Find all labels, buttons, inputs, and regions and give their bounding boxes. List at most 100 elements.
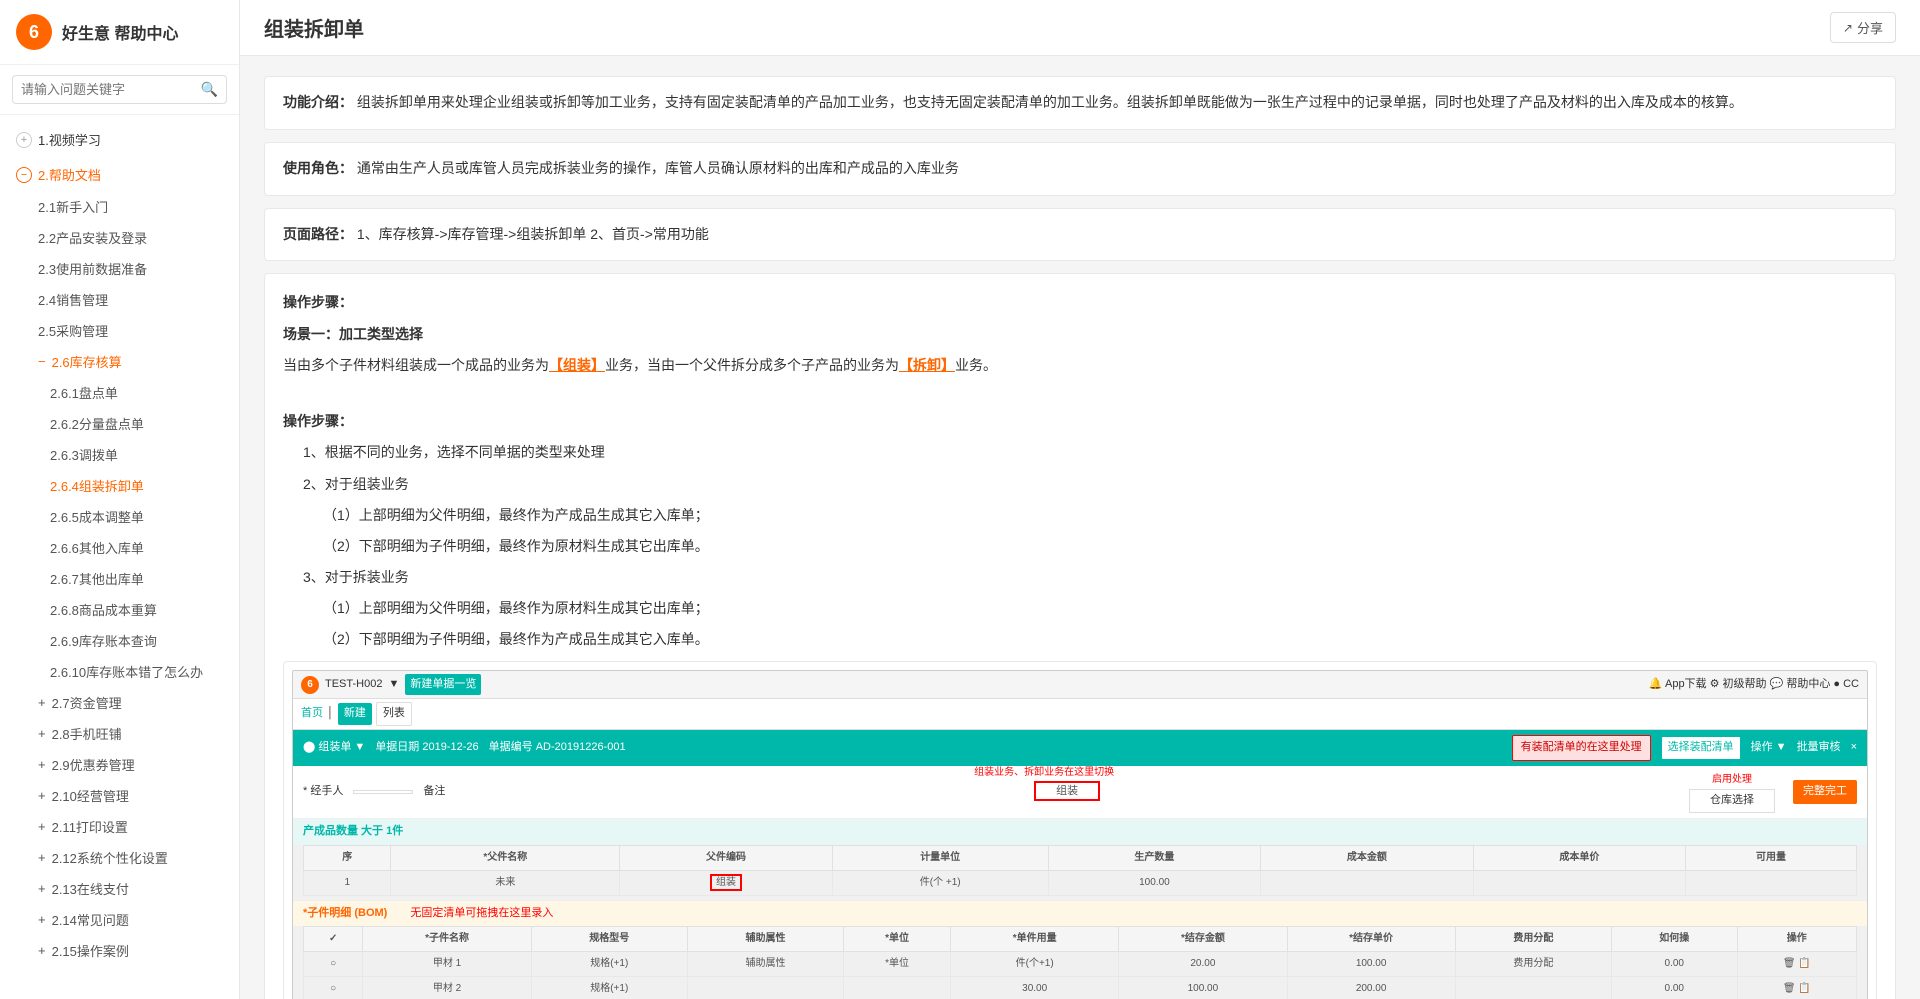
minus-icon: − bbox=[16, 167, 32, 183]
sidebar-item-help-docs[interactable]: − 2.帮助文档 bbox=[0, 158, 239, 191]
step3-1: （1）上部明细为父件明细，最终作为原材料生成其它出库单； bbox=[283, 596, 1877, 621]
plus-icon-214: + bbox=[38, 912, 46, 927]
sidebar-item-22[interactable]: 2.2产品安装及登录 bbox=[0, 222, 239, 253]
sidebar-item-24[interactable]: 2.4销售管理 bbox=[0, 284, 239, 315]
plus-icon-211: + bbox=[38, 819, 46, 834]
ann3-text: 启用处理 bbox=[1712, 771, 1752, 789]
sidebar-item-211[interactable]: + 2.11打印设置 bbox=[0, 811, 239, 842]
sidebar-item-265[interactable]: 2.6.5成本调整单 bbox=[0, 501, 239, 532]
minus-icon-26: − bbox=[38, 354, 46, 369]
mock-new-doc-btn: 新建单据一览 bbox=[405, 674, 481, 696]
sidebar-item-27[interactable]: + 2.7资金管理 bbox=[0, 687, 239, 718]
highlight-assembly: 【组装】 bbox=[549, 357, 605, 373]
sidebar-item-261[interactable]: 2.6.1盘点单 bbox=[0, 377, 239, 408]
user-role-block: 使用角色： 通常由生产人员或库管人员完成拆装业务的操作，库管人员确认原材料的出库… bbox=[264, 142, 1896, 196]
mock-warehouse-row: * 经手人 备注 组装 组装业务、拆卸业务在这里切换 启用处理 仓库选择 bbox=[293, 766, 1867, 819]
sidebar-item-262[interactable]: 2.6.2分量盘点单 bbox=[0, 408, 239, 439]
sidebar-item-28[interactable]: + 2.8手机旺铺 bbox=[0, 718, 239, 749]
mock-screenshot: 6 TEST-H002 ▼ 新建单据一览 🔔 App下载 ⚙ 初级帮助 💬 帮助… bbox=[292, 670, 1868, 999]
mock-nav-bar: 首页 │ 新建 列表 bbox=[293, 699, 1867, 730]
mock-confirm-btn: 完整完工 bbox=[1793, 780, 1857, 804]
mock-app-topbar: 6 TEST-H002 ▼ 新建单据一览 🔔 App下载 ⚙ 初级帮助 💬 帮助… bbox=[293, 671, 1867, 700]
sidebar-item-29[interactable]: + 2.9优惠券管理 bbox=[0, 749, 239, 780]
mock-app-title: TEST-H002 bbox=[325, 675, 382, 695]
nav-group-1: + 1.视频学习 bbox=[0, 123, 239, 156]
sidebar-item-263[interactable]: 2.6.3调拨单 bbox=[0, 439, 239, 470]
steps-title: 操作步骤： bbox=[283, 294, 353, 310]
mock-upper-table: 序 *父件名称 父件编码 计量单位 生产数量 成本金额 成本单价 可用量 1 未… bbox=[303, 845, 1857, 896]
nav-group-2: − 2.帮助文档 2.1新手入门 2.2产品安装及登录 2.3使用前数据准备 2… bbox=[0, 158, 239, 966]
sidebar-item-264[interactable]: 2.6.4组装拆卸单 bbox=[0, 470, 239, 501]
sidebar-item-25[interactable]: 2.5采购管理 bbox=[0, 315, 239, 346]
ann2-text: 组装业务、拆卸业务在这里切换 bbox=[974, 764, 1114, 782]
step1: 1、根据不同的业务，选择不同单据的类型来处理 bbox=[283, 440, 1877, 465]
path-label: 页面路径： bbox=[283, 226, 353, 242]
mock-upper-section-label: 产成品数量 大于 1件 bbox=[293, 819, 1867, 845]
mock-select-bom-btn: 选择装配清单 bbox=[1661, 736, 1741, 760]
top-bar: 组装拆卸单 ↗ 分享 bbox=[240, 0, 1920, 56]
search-box[interactable]: 🔍 bbox=[12, 75, 227, 104]
plus-icon: + bbox=[16, 132, 32, 148]
sidebar-item-video[interactable]: + 1.视频学习 bbox=[0, 123, 239, 156]
step3-2: （2）下部明细为子件明细，最终作为产成品生成其它入库单。 bbox=[283, 627, 1877, 652]
plus-icon-210: + bbox=[38, 788, 46, 803]
mock-lower-section-label: *子件明细 (BOM) 无固定清单可拖拽在这里录入 bbox=[293, 900, 1867, 927]
search-input[interactable] bbox=[21, 82, 201, 97]
mock-list-btn: 列表 bbox=[376, 702, 412, 726]
sidebar-item-26[interactable]: − 2.6库存核算 bbox=[0, 346, 239, 377]
sidebar-item-267[interactable]: 2.6.7其他出库单 bbox=[0, 563, 239, 594]
function-intro-text: 组装拆卸单用来处理企业组装或拆卸等加工业务，支持有固定装配清单的产品加工业务，也… bbox=[357, 94, 1743, 110]
plus-icon-213: + bbox=[38, 881, 46, 896]
nav-list: + 1.视频学习 − 2.帮助文档 2.1新手入门 2.2产品安装及登录 2.3… bbox=[0, 115, 239, 999]
sidebar-item-214[interactable]: + 2.14常见问题 bbox=[0, 904, 239, 935]
mock-warehouse-input: 仓库选择 bbox=[1689, 789, 1775, 813]
mock-assembly-toggle: 组装 bbox=[1034, 781, 1100, 801]
search-icon[interactable]: 🔍 bbox=[201, 81, 218, 98]
plus-icon-29: + bbox=[38, 757, 46, 772]
mock-new-btn: 新建 bbox=[338, 703, 372, 725]
step2-1: （1）上部明细为父件明细，最终作为产成品生成其它入库单； bbox=[283, 503, 1877, 528]
user-role-label: 使用角色： bbox=[283, 160, 353, 176]
sidebar-item-212[interactable]: + 2.12系统个性化设置 bbox=[0, 842, 239, 873]
plus-icon-215: + bbox=[38, 943, 46, 958]
step2: 2、对于组装业务 bbox=[283, 472, 1877, 497]
main-content: 组装拆卸单 ↗ 分享 功能介绍： 组装拆卸单用来处理企业组装或拆卸等加工业务，支… bbox=[240, 0, 1920, 999]
mock-app-logo: 6 bbox=[301, 676, 319, 694]
sidebar-item-269[interactable]: 2.6.9库存账本查询 bbox=[0, 625, 239, 656]
search-area: 🔍 bbox=[0, 65, 239, 115]
sidebar-item-2610[interactable]: 2.6.10库存账本错了怎么办 bbox=[0, 656, 239, 687]
sidebar-item-266[interactable]: 2.6.6其他入库单 bbox=[0, 532, 239, 563]
mock-form-type: ⬤ 组装单 ▼ bbox=[303, 738, 365, 758]
logo-icon: 6 bbox=[16, 14, 52, 50]
scene1-desc: 当由多个子件材料组装成一个成品的业务为【组装】业务，当由一个父件拆分成多个子产品… bbox=[283, 353, 1877, 378]
step2-2: （2）下部明细为子件明细，最终作为原材料生成其它出库单。 bbox=[283, 534, 1877, 559]
function-intro-label: 功能介绍： bbox=[283, 94, 353, 110]
page-title: 组装拆卸单 bbox=[264, 13, 364, 42]
sidebar-item-215[interactable]: + 2.15操作案例 bbox=[0, 935, 239, 966]
logo-text: 好生意 帮助中心 bbox=[62, 20, 178, 44]
sidebar: 6 好生意 帮助中心 🔍 + 1.视频学习 − 2.帮助文档 2.1新手入门 2… bbox=[0, 0, 240, 999]
scene1-label: 场景一：加工类型选择 bbox=[283, 326, 423, 342]
share-icon: ↗ bbox=[1843, 21, 1853, 35]
steps-block: 操作步骤： 场景一：加工类型选择 当由多个子件材料组装成一个成品的业务为【组装】… bbox=[264, 273, 1896, 999]
plus-icon-28: + bbox=[38, 726, 46, 741]
plus-icon-212: + bbox=[38, 850, 46, 865]
ann4-text: 无固定清单可拖拽在这里录入 bbox=[410, 907, 553, 919]
screenshot-container: 6 TEST-H002 ▼ 新建单据一览 🔔 App下载 ⚙ 初级帮助 💬 帮助… bbox=[283, 661, 1877, 999]
sidebar-item-23[interactable]: 2.3使用前数据准备 bbox=[0, 253, 239, 284]
highlight-disassembly: 【拆卸】 bbox=[899, 357, 955, 373]
ann1-text: 有装配清单的在这里处理 bbox=[1512, 735, 1651, 761]
step3: 3、对于拆装业务 bbox=[283, 565, 1877, 590]
sidebar-item-210[interactable]: + 2.10经营管理 bbox=[0, 780, 239, 811]
sidebar-item-21[interactable]: 2.1新手入门 bbox=[0, 191, 239, 222]
share-button[interactable]: ↗ 分享 bbox=[1830, 12, 1896, 43]
sidebar-item-268[interactable]: 2.6.8商品成本重算 bbox=[0, 594, 239, 625]
ann3-container: 启用处理 仓库选择 bbox=[1689, 771, 1775, 813]
plus-icon-27: + bbox=[38, 695, 46, 710]
sidebar-item-213[interactable]: + 2.13在线支付 bbox=[0, 873, 239, 904]
ann2-container: 组装 组装业务、拆卸业务在这里切换 bbox=[1034, 782, 1100, 802]
content-area: 功能介绍： 组装拆卸单用来处理企业组装或拆卸等加工业务，支持有固定装配清单的产品… bbox=[240, 56, 1920, 999]
path-text: 1、库存核算->库存管理->组装拆卸单 2、首页->常用功能 bbox=[357, 226, 709, 242]
mock-form-header: ⬤ 组装单 ▼ 单据日期 2019-12-26 单据编号 AD-20191226… bbox=[293, 730, 1867, 766]
nav-sub-list-2: 2.1新手入门 2.2产品安装及登录 2.3使用前数据准备 2.4销售管理 2.… bbox=[0, 191, 239, 966]
